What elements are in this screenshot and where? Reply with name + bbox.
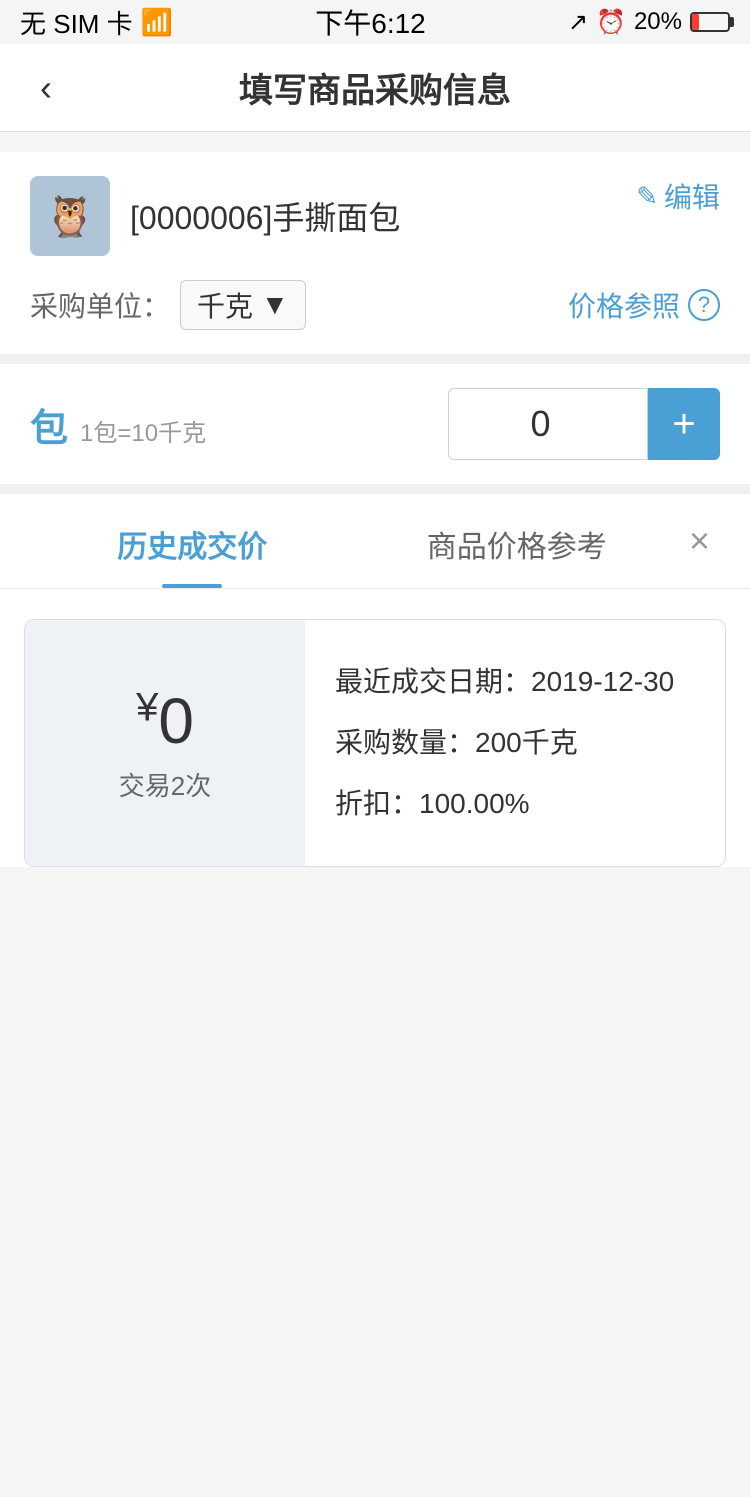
status-time: 下午6:12	[315, 2, 426, 42]
status-right: ↗ ⏰ 20%	[568, 8, 730, 37]
wifi-icon: 📶	[141, 7, 173, 38]
price-reference-button[interactable]: 价格参照 ?	[568, 285, 720, 325]
plus-icon: +	[672, 404, 695, 444]
deal-card: ¥0 交易2次 最近成交日期：2019-12-30 采购数量：200千克 折扣：…	[24, 619, 726, 867]
edit-label: 编辑	[664, 176, 720, 216]
quantity-unit-sub: 1包=10千克	[80, 413, 206, 448]
unit-label: 采购单位：	[30, 285, 170, 325]
location-icon: ↗	[568, 8, 588, 37]
battery-icon	[690, 12, 730, 32]
quantity-label: 包 1包=10千克	[30, 397, 206, 452]
unit-dropdown[interactable]: 千克 ▼	[180, 280, 306, 330]
tab1-label: 历史成交价	[117, 531, 267, 564]
purchase-qty-label: 采购数量：	[335, 727, 475, 758]
back-button[interactable]: ‹	[30, 57, 62, 119]
tab-price-reference[interactable]: 商品价格参考	[354, 494, 678, 588]
battery-fill	[692, 14, 699, 30]
tab-close-button[interactable]: ×	[679, 500, 720, 582]
product-info: 🦉 [0000006]手撕面包	[30, 176, 400, 256]
quantity-plus-button[interactable]: +	[648, 388, 720, 460]
trade-count: 交易2次	[119, 766, 211, 803]
alarm-icon: ⏰	[596, 8, 626, 37]
product-card: 🦉 [0000006]手撕面包 ✎ 编辑 采购单位： 千克 ▼ 价格参照 ?	[0, 152, 750, 354]
quantity-input[interactable]	[448, 388, 648, 460]
quantity-input-wrap: +	[448, 388, 720, 460]
status-bar: 无 SIM 卡 📶 下午6:12 ↗ ⏰ 20%	[0, 0, 750, 44]
quantity-section: 包 1包=10千克 +	[0, 354, 750, 484]
tab-history-price[interactable]: 历史成交价	[30, 494, 354, 588]
deal-details: 最近成交日期：2019-12-30 采购数量：200千克 折扣：100.00%	[305, 620, 725, 866]
purchase-qty-value: 200千克	[475, 727, 578, 758]
tab-active-indicator	[162, 584, 222, 588]
price-value: 0	[158, 685, 194, 757]
deal-price: ¥0	[136, 684, 194, 758]
edit-button[interactable]: ✎ 编辑	[636, 176, 720, 216]
product-image: 🦉	[30, 176, 110, 256]
deal-price-section: ¥0 交易2次	[25, 620, 305, 866]
tab2-label: 商品价格参考	[427, 531, 607, 564]
price-ref-label: 价格参照	[568, 285, 680, 325]
tab-section: 历史成交价 商品价格参考 × ¥0 交易2次 最近成交日期：2019-12-30…	[0, 484, 750, 867]
tab-header: 历史成交价 商品价格参考 ×	[0, 494, 750, 589]
product-unit-row: 采购单位： 千克 ▼ 价格参照 ?	[30, 280, 720, 330]
currency-symbol: ¥	[136, 685, 158, 729]
product-header: 🦉 [0000006]手撕面包 ✎ 编辑	[30, 176, 720, 256]
discount-label: 折扣：	[335, 788, 419, 819]
battery-percent: 20%	[634, 8, 682, 36]
status-left: 无 SIM 卡 📶	[20, 4, 173, 41]
unit-selector-wrap: 采购单位： 千克 ▼	[30, 280, 306, 330]
dropdown-arrow-icon: ▼	[261, 289, 289, 321]
quantity-unit-big: 包	[30, 397, 68, 452]
recent-date-row: 最近成交日期：2019-12-30	[335, 660, 695, 705]
discount-value: 100.00%	[419, 788, 530, 819]
unit-value: 千克	[197, 285, 253, 325]
edit-icon: ✎	[636, 181, 658, 212]
product-thumbnail-icon: 🦉	[45, 193, 95, 240]
help-icon: ?	[688, 289, 720, 321]
product-name: [0000006]手撕面包	[130, 193, 400, 239]
recent-date-value: 2019-12-30	[531, 666, 674, 697]
recent-date-label: 最近成交日期：	[335, 666, 531, 697]
bottom-space	[0, 897, 750, 1497]
purchase-qty-row: 采购数量：200千克	[335, 721, 695, 766]
nav-bar: ‹ 填写商品采购信息	[0, 44, 750, 132]
carrier-text: 无 SIM 卡	[20, 4, 133, 41]
discount-row: 折扣：100.00%	[335, 782, 695, 827]
page-title: 填写商品采购信息	[239, 63, 511, 112]
